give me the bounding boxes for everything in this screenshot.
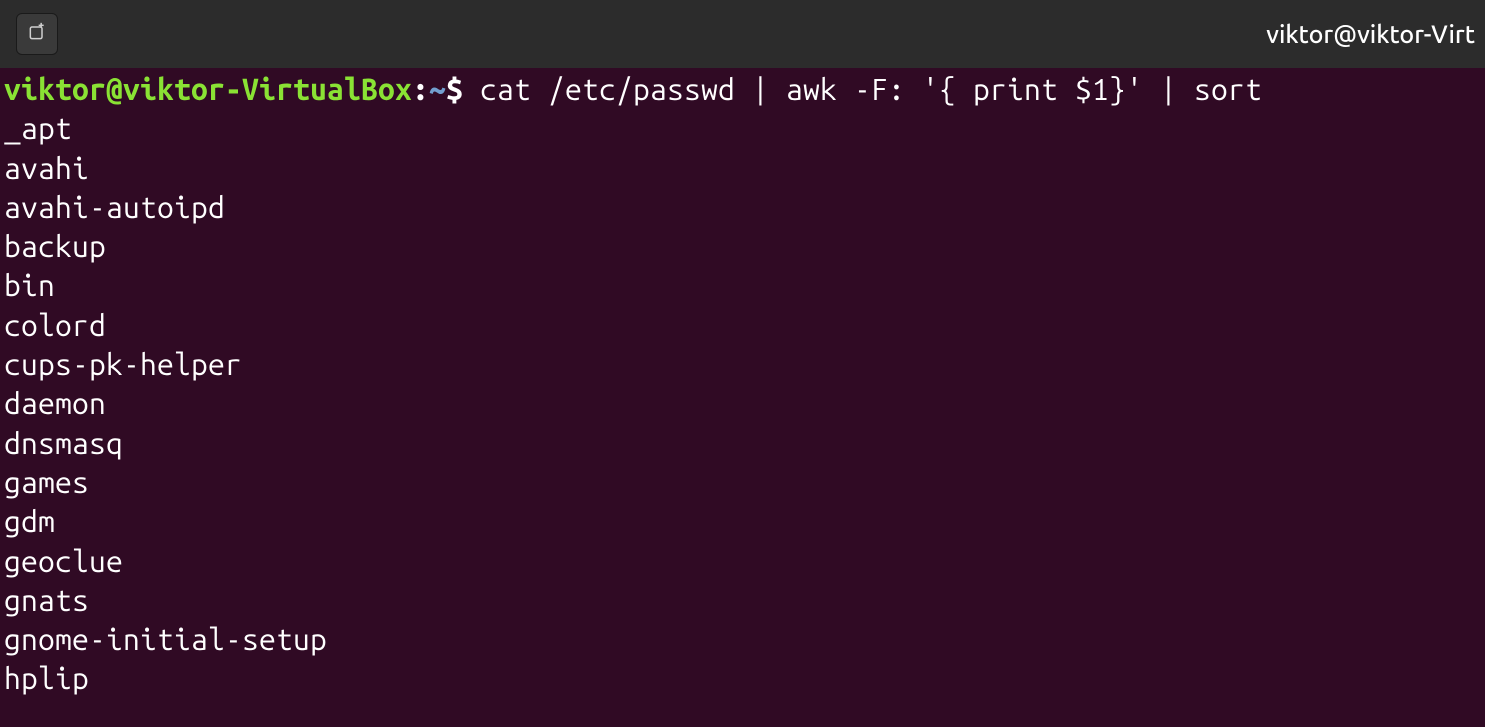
output-line: cups-pk-helper (4, 345, 1481, 384)
output-line: _apt (4, 109, 1481, 148)
output-line: backup (4, 227, 1481, 266)
output-line: bin (4, 266, 1481, 305)
output-line: avahi-autoipd (4, 188, 1481, 227)
output-container: _aptavahiavahi-autoipdbackupbincolordcup… (4, 109, 1481, 698)
terminal-body[interactable]: viktor@viktor-VirtualBox:~$ cat /etc/pas… (0, 68, 1485, 701)
prompt-dollar: $ (446, 72, 463, 106)
output-line: avahi (4, 149, 1481, 188)
command-text: cat /etc/passwd | awk -F: '{ print $1}' … (463, 72, 1262, 106)
output-line: games (4, 463, 1481, 502)
new-tab-button[interactable] (16, 13, 58, 55)
output-line: gdm (4, 502, 1481, 541)
titlebar: viktor@viktor-Virt (0, 0, 1485, 68)
prompt-path: ~ (429, 72, 446, 106)
output-line: gnome-initial-setup (4, 620, 1481, 659)
prompt-line: viktor@viktor-VirtualBox:~$ cat /etc/pas… (4, 70, 1481, 109)
output-line: dnsmasq (4, 424, 1481, 463)
output-line: geoclue (4, 542, 1481, 581)
output-line: hplip (4, 659, 1481, 698)
prompt-colon: : (412, 72, 429, 106)
prompt-user-host: viktor@viktor-VirtualBox (4, 72, 412, 106)
output-line: gnats (4, 581, 1481, 620)
output-line: colord (4, 306, 1481, 345)
window-title: viktor@viktor-Virt (1266, 20, 1475, 48)
new-tab-icon (27, 22, 47, 46)
output-line: daemon (4, 384, 1481, 423)
